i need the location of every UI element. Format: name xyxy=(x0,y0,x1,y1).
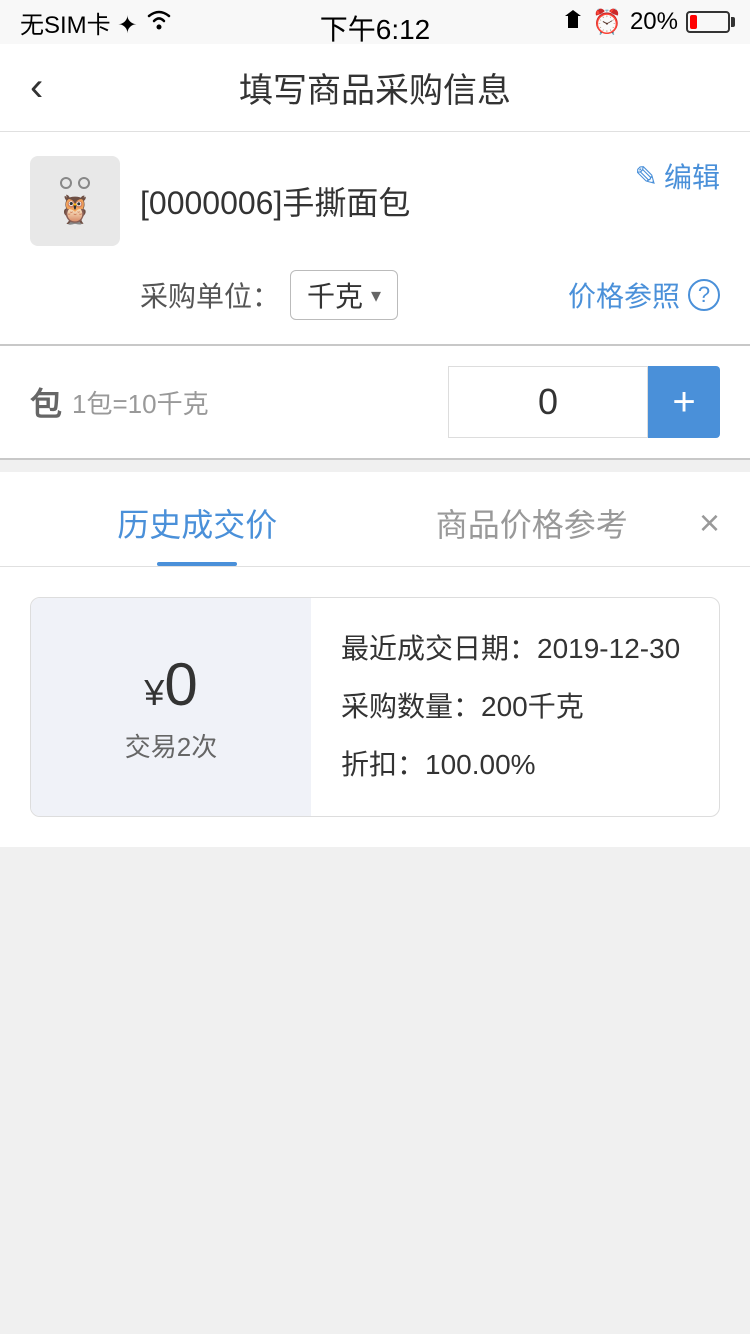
product-image: 🦉 xyxy=(58,177,93,226)
status-bar: 无SIM卡 ✦ 下午6:12 ⏰ 20% xyxy=(0,0,750,44)
product-left: 🦉 [0000006]手撕面包 xyxy=(30,156,410,246)
price-card-section: ¥0 交易2次 最近成交日期：2019-12-30 采购数量：200千克 折扣：… xyxy=(0,567,750,847)
quantity-input[interactable]: 0 xyxy=(448,366,648,438)
price-card: ¥0 交易2次 最近成交日期：2019-12-30 采购数量：200千克 折扣：… xyxy=(30,597,720,817)
nav-bar: ‹ 填写商品采购信息 xyxy=(0,44,750,132)
product-section: 🦉 [0000006]手撕面包 ✎ 编辑 采购单位： 千克 ▾ xyxy=(0,132,750,344)
edit-icon: ✎ xyxy=(635,160,658,193)
price-ref-label: 价格参照 xyxy=(568,275,680,315)
help-icon: ? xyxy=(688,279,720,311)
quantity-left: 包 1包=10千克 xyxy=(30,379,209,425)
chevron-down-icon: ▾ xyxy=(371,283,381,308)
unit-conversion: 1包=10千克 xyxy=(72,384,209,421)
tabs-close-button[interactable]: × xyxy=(699,474,720,564)
quantity-row: 包 1包=10千克 0 + xyxy=(0,346,750,458)
product-name: [0000006]手撕面包 xyxy=(140,178,410,224)
tab-history-price[interactable]: 历史成交价 xyxy=(30,472,364,566)
location-icon xyxy=(562,8,584,37)
purchase-quantity-row: 采购数量：200千克 xyxy=(341,686,689,728)
status-right: ⏰ 20% xyxy=(562,8,730,37)
edit-label: 编辑 xyxy=(664,156,720,196)
trade-count: 交易2次 xyxy=(125,727,217,764)
back-button[interactable]: ‹ xyxy=(30,65,43,110)
card-left: ¥0 交易2次 xyxy=(31,598,311,816)
recent-date-row: 最近成交日期：2019-12-30 xyxy=(341,628,689,670)
quantity-plus-button[interactable]: + xyxy=(648,366,720,438)
unit-selector-group: 采购单位： 千克 ▾ xyxy=(140,270,398,320)
discount-row: 折扣：100.00% xyxy=(341,744,689,786)
main-content: 🦉 [0000006]手撕面包 ✎ 编辑 采购单位： 千克 ▾ xyxy=(0,132,750,847)
wifi-icon xyxy=(145,8,173,37)
status-time: 下午6:12 xyxy=(320,8,431,48)
product-header: 🦉 [0000006]手撕面包 ✎ 编辑 xyxy=(30,156,720,246)
battery-percent: 20% xyxy=(630,8,678,36)
carrier-text: 无SIM卡 ✦ xyxy=(20,5,137,40)
price-display: ¥0 xyxy=(144,650,197,719)
tabs-section: 历史成交价 商品价格参考 × ¥0 交易2次 最近成交日期：2019-12-30 xyxy=(0,472,750,847)
tab-product-price-ref[interactable]: 商品价格参考 xyxy=(364,472,698,566)
page-title: 填写商品采购信息 xyxy=(239,63,511,112)
alarm-icon: ⏰ xyxy=(592,8,622,37)
battery-icon xyxy=(686,11,730,33)
status-left: 无SIM卡 ✦ xyxy=(20,5,173,40)
tabs-header: 历史成交价 商品价格参考 × xyxy=(0,472,750,567)
price-reference-button[interactable]: 价格参照 ? xyxy=(568,275,720,315)
unit-label: 采购单位： xyxy=(140,275,280,315)
unit-value: 千克 xyxy=(307,275,363,315)
quantity-right: 0 + xyxy=(448,366,720,438)
unit-select[interactable]: 千克 ▾ xyxy=(290,270,398,320)
quantity-section: 包 1包=10千克 0 + xyxy=(0,344,750,460)
product-thumbnail: 🦉 xyxy=(30,156,120,246)
product-unit-row: 采购单位： 千克 ▾ 价格参照 ? xyxy=(30,270,720,320)
card-right: 最近成交日期：2019-12-30 采购数量：200千克 折扣：100.00% xyxy=(311,598,719,816)
edit-button[interactable]: ✎ 编辑 xyxy=(635,156,720,196)
package-icon: 包 xyxy=(30,379,62,425)
